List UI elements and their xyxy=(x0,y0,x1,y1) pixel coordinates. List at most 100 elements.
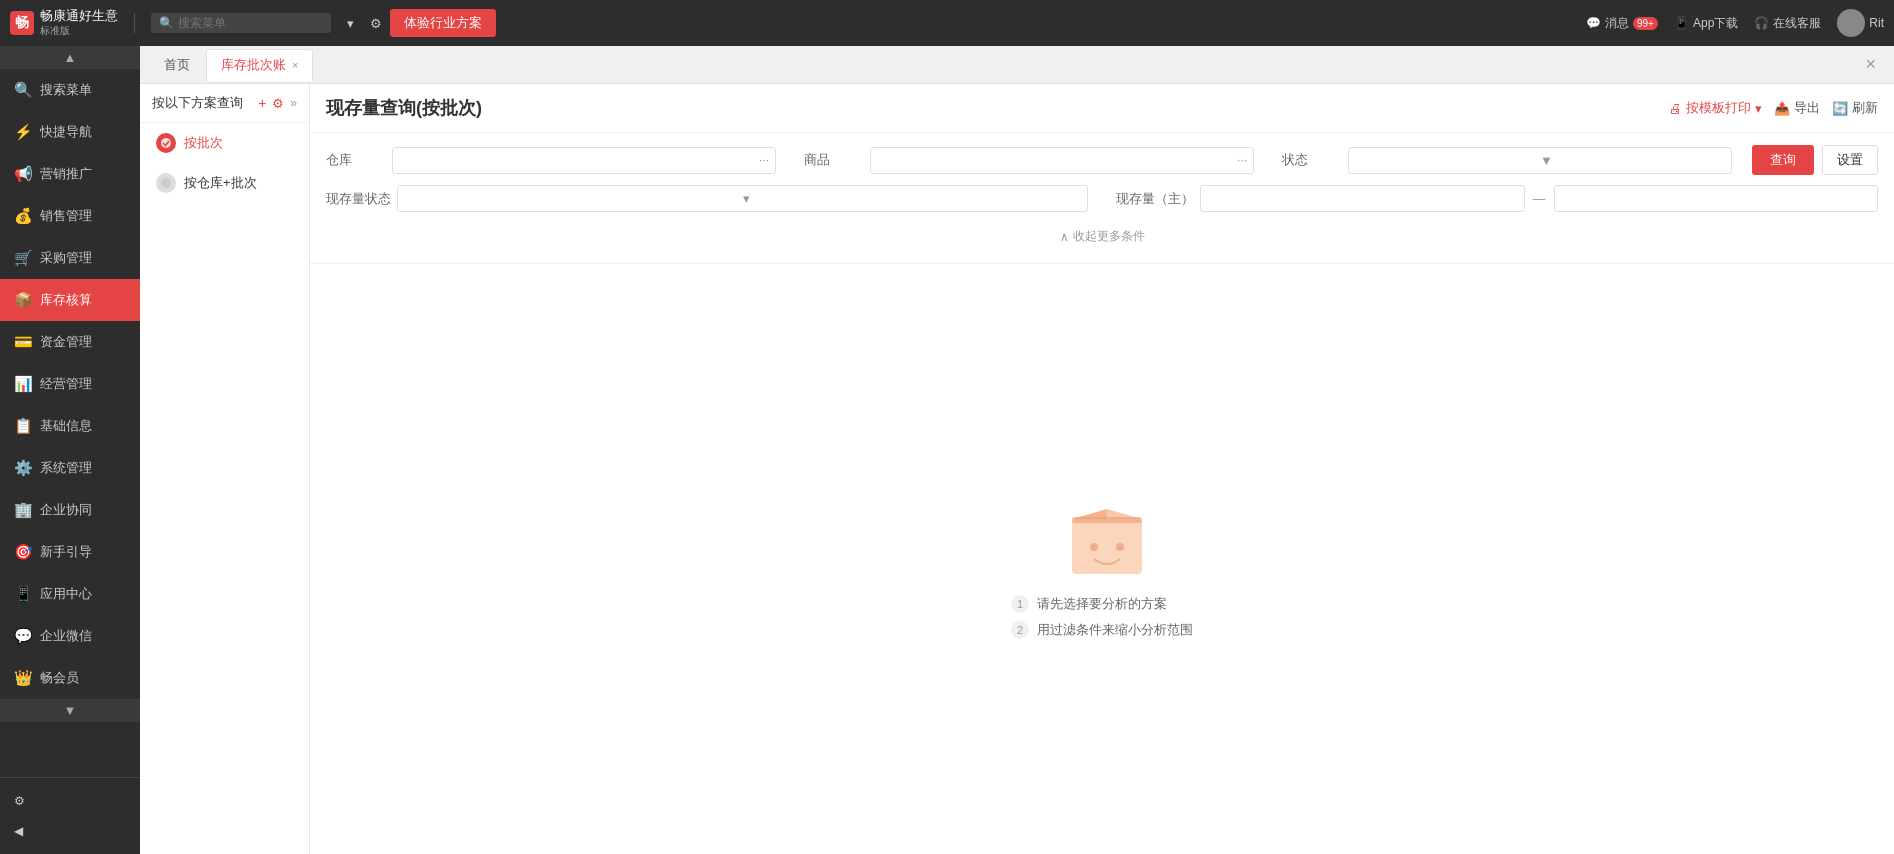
plan-item-batch[interactable]: 按批次 xyxy=(140,123,309,163)
warehouse-input-container: ··· xyxy=(392,147,776,174)
plan-settings-btn[interactable]: ⚙ xyxy=(272,96,284,111)
tab-close-btn[interactable]: × xyxy=(292,59,298,71)
brand-name: 畅康通好生意 xyxy=(40,8,118,24)
print-btn[interactable]: 🖨 按模板打印 ▾ xyxy=(1669,99,1762,117)
sidebar-item-enterprise[interactable]: 🏢 企业协同 xyxy=(0,489,140,531)
stock-qty-max-input[interactable] xyxy=(1554,185,1879,212)
print-dropdown-icon[interactable]: ▾ xyxy=(1755,101,1762,116)
sidebar-item-purchase[interactable]: 🛒 采购管理 xyxy=(0,237,140,279)
tip-2-text: 用过滤条件来缩小分析范围 xyxy=(1037,621,1193,639)
scroll-down-btn[interactable]: ▼ xyxy=(0,699,140,722)
collapse-filters-btn[interactable]: ∧ 收起更多条件 xyxy=(326,222,1878,251)
panel-collapse-btn[interactable]: » xyxy=(290,96,297,110)
tab-inventory-batch[interactable]: 库存批次账 × xyxy=(206,49,313,81)
search-bar[interactable]: 🔍 xyxy=(151,13,331,33)
brand: 畅 畅康通好生意 标准版 xyxy=(10,8,118,38)
svg-rect-2 xyxy=(1072,519,1142,574)
data-area: 1 请先选择要分析的方案 2 用过滤条件来缩小分析范围 xyxy=(310,264,1894,854)
sidebar-label-finance: 资金管理 xyxy=(40,333,92,351)
topbar-right: 💬 消息 99+ 📱 App下载 🎧 在线客服 Rit xyxy=(1586,9,1884,37)
sidebar-item-finance[interactable]: 💳 资金管理 xyxy=(0,321,140,363)
sidebar-item-apps[interactable]: 📱 应用中心 xyxy=(0,573,140,615)
online-service-btn[interactable]: 🎧 在线客服 xyxy=(1754,15,1821,32)
refresh-label: 刷新 xyxy=(1852,99,1878,117)
product-input[interactable] xyxy=(871,148,1231,173)
stock-qty-label: 现存量（主） xyxy=(1116,190,1194,208)
sidebar-item-sales[interactable]: 💰 销售管理 xyxy=(0,195,140,237)
brand-icon: 畅 xyxy=(10,11,34,35)
brand-sub: 标准版 xyxy=(40,24,118,38)
export-btn[interactable]: 📤 导出 xyxy=(1774,99,1820,117)
dropdown-arrow[interactable]: ▾ xyxy=(347,16,354,31)
member-icon: 👑 xyxy=(14,669,32,687)
query-title-row: 现存量查询(按批次) 🖨 按模板打印 ▾ 📤 导出 xyxy=(326,96,1878,120)
app-icon: 📱 xyxy=(1674,16,1689,30)
page-content: 按以下方案查询 + ⚙ » 按批次 xyxy=(140,84,1894,854)
sidebar-item-marketing[interactable]: 📢 营销推广 xyxy=(0,153,140,195)
sidebar-item-basic[interactable]: 📋 基础信息 xyxy=(0,405,140,447)
stock-status-dropdown[interactable]: ▾ xyxy=(397,185,1088,212)
message-badge: 99+ xyxy=(1633,17,1658,30)
export-icon: 📤 xyxy=(1774,101,1790,116)
collapse-icon: ◀ xyxy=(14,824,23,838)
sidebar-settings-btn[interactable]: ⚙ xyxy=(0,786,140,816)
avatar-img xyxy=(1837,9,1865,37)
status-arrow-icon: ▼ xyxy=(1540,153,1723,168)
sidebar-label-wechat: 企业微信 xyxy=(40,627,92,645)
empty-tips: 1 请先选择要分析的方案 2 用过滤条件来缩小分析范围 xyxy=(1011,595,1193,639)
sidebar-item-inventory[interactable]: 📦 库存核算 xyxy=(0,279,140,321)
stock-qty-min-input[interactable] xyxy=(1200,185,1525,212)
sidebar-item-system[interactable]: ⚙️ 系统管理 xyxy=(0,447,140,489)
tabbar: 首页 库存批次账 × × xyxy=(140,46,1894,84)
message-btn[interactable]: 💬 消息 99+ xyxy=(1586,15,1658,32)
sidebar-label-quick-nav: 快捷导航 xyxy=(40,123,92,141)
sidebar-label-apps: 应用中心 xyxy=(40,585,92,603)
sidebar-item-quick-nav[interactable]: ⚡ 快捷导航 xyxy=(0,111,140,153)
sidebar-item-operations[interactable]: 📊 经营管理 xyxy=(0,363,140,405)
refresh-btn[interactable]: 🔄 刷新 xyxy=(1832,99,1878,117)
sidebar-label-purchase: 采购管理 xyxy=(40,249,92,267)
scroll-up-btn[interactable]: ▲ xyxy=(0,46,140,69)
operations-icon: 📊 xyxy=(14,375,32,393)
trial-btn[interactable]: 体验行业方案 xyxy=(390,9,496,37)
close-content-btn[interactable]: × xyxy=(1857,50,1884,79)
sidebar-item-search[interactable]: 🔍 搜索菜单 xyxy=(0,69,140,111)
finance-icon: 💳 xyxy=(14,333,32,351)
filter-stock-status: 现存量状态 ▾ xyxy=(326,185,1088,212)
product-more-btn[interactable]: ··· xyxy=(1231,153,1253,167)
search-icon: 🔍 xyxy=(159,16,174,30)
tip-2-num: 2 xyxy=(1011,621,1029,639)
add-plan-btn[interactable]: + xyxy=(258,95,266,111)
sidebar-item-wechat[interactable]: 💬 企业微信 xyxy=(0,615,140,657)
print-icon: 🖨 xyxy=(1669,101,1682,116)
settings-icon[interactable]: ⚙ xyxy=(370,16,382,31)
system-icon: ⚙️ xyxy=(14,459,32,477)
page-title: 现存量查询(按批次) xyxy=(326,96,482,120)
status-dropdown[interactable]: ▼ xyxy=(1348,147,1732,174)
app-download-btn[interactable]: 📱 App下载 xyxy=(1674,15,1738,32)
title-actions: 🖨 按模板打印 ▾ 📤 导出 🔄 刷新 xyxy=(1669,99,1878,117)
sidebar-label-operations: 经营管理 xyxy=(40,375,92,393)
search-input[interactable] xyxy=(178,16,318,30)
range-dash: — xyxy=(1533,191,1546,206)
warehouse-input[interactable] xyxy=(393,148,753,173)
settings-btn[interactable]: 设置 xyxy=(1822,145,1878,175)
plan-item-warehouse-batch[interactable]: 按仓库+批次 xyxy=(140,163,309,203)
sidebar-item-guide[interactable]: 🎯 新手引导 xyxy=(0,531,140,573)
query-btn[interactable]: 查询 xyxy=(1752,145,1814,175)
plan-label-batch: 按批次 xyxy=(184,134,223,152)
wechat-icon: 💬 xyxy=(14,627,32,645)
enterprise-icon: 🏢 xyxy=(14,501,32,519)
user-avatar[interactable]: Rit xyxy=(1837,9,1884,37)
inventory-icon: 📦 xyxy=(14,291,32,309)
tip-1-text: 请先选择要分析的方案 xyxy=(1037,595,1167,613)
sidebar-collapse-btn[interactable]: ◀ xyxy=(0,816,140,846)
collapse-label: 收起更多条件 xyxy=(1073,228,1145,245)
plan-icon-warehouse xyxy=(156,173,176,193)
export-label: 导出 xyxy=(1794,99,1820,117)
sidebar-item-member[interactable]: 👑 畅会员 xyxy=(0,657,140,699)
filter-row-1: 仓库 ··· 商品 ··· xyxy=(326,145,1878,175)
warehouse-more-btn[interactable]: ··· xyxy=(753,153,775,167)
divider xyxy=(134,13,135,33)
tab-home[interactable]: 首页 xyxy=(150,50,204,80)
